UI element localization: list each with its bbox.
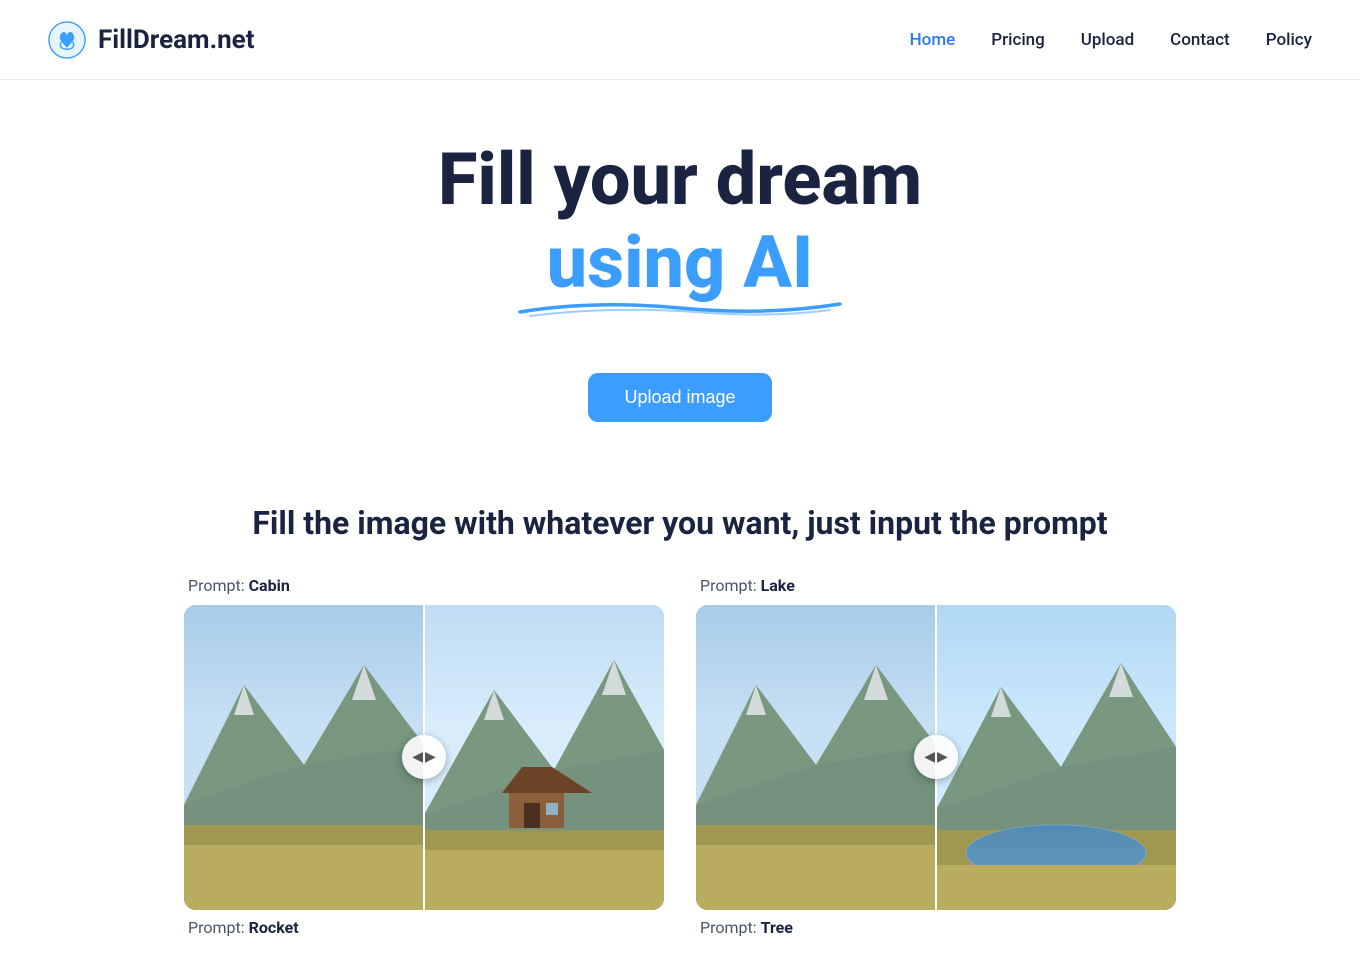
nav-home[interactable]: Home <box>910 30 956 50</box>
prompt-label-cabin: Prompt: Cabin <box>184 576 664 595</box>
nav-contact[interactable]: Contact <box>1170 30 1230 50</box>
image-before-lake <box>696 605 936 910</box>
nav-pricing[interactable]: Pricing <box>991 30 1045 50</box>
bottom-prompt-tree: Prompt: Tree <box>696 918 1176 937</box>
slider-handle-lake[interactable]: ◀▶ <box>914 735 958 779</box>
mountain-svg-right-cabin <box>424 605 664 910</box>
logo-text: FillDream.net <box>98 25 255 55</box>
slider-arrows-lake: ◀▶ <box>924 749 948 765</box>
mountain-svg-left-cabin <box>184 605 424 910</box>
logo-area[interactable]: FillDream.net <box>48 21 255 59</box>
hero-section: Fill your dream using AI Upload image <box>0 80 1360 462</box>
hero-title-line1: Fill your dream <box>20 140 1340 219</box>
slider-arrows-cabin: ◀▶ <box>412 749 436 765</box>
image-after-cabin <box>424 605 664 910</box>
image-compare-cabin[interactable]: ◀▶ <box>184 605 664 910</box>
logo-icon <box>48 21 86 59</box>
hero-title-line2: using AI <box>20 223 1340 302</box>
nav-upload[interactable]: Upload <box>1081 30 1134 50</box>
main-nav: Home Pricing Upload Contact Policy <box>910 30 1312 50</box>
image-compare-lake[interactable]: ◀▶ <box>696 605 1176 910</box>
mountain-svg-left-lake <box>696 605 936 910</box>
bottom-prompt-rocket: Prompt: Rocket <box>184 918 664 937</box>
showcase-row-top: Prompt: Cabin <box>80 576 1280 910</box>
slider-handle-cabin[interactable]: ◀▶ <box>402 735 446 779</box>
underline-decoration <box>510 292 850 320</box>
showcase-item-lake: Prompt: Lake <box>696 576 1176 910</box>
prompt-label-lake: Prompt: Lake <box>696 576 1176 595</box>
showcase-item-cabin: Prompt: Cabin <box>184 576 664 910</box>
showcase-section: Prompt: Cabin <box>0 576 1360 977</box>
subheading-text: Fill the image with whatever you want, j… <box>230 462 1130 575</box>
bottom-prompts: Prompt: Rocket Prompt: Tree <box>80 910 1280 937</box>
nav-policy[interactable]: Policy <box>1266 30 1312 50</box>
upload-image-button[interactable]: Upload image <box>588 373 771 422</box>
mountain-svg-right-lake <box>936 605 1176 910</box>
image-after-lake <box>936 605 1176 910</box>
image-before-cabin <box>184 605 424 910</box>
